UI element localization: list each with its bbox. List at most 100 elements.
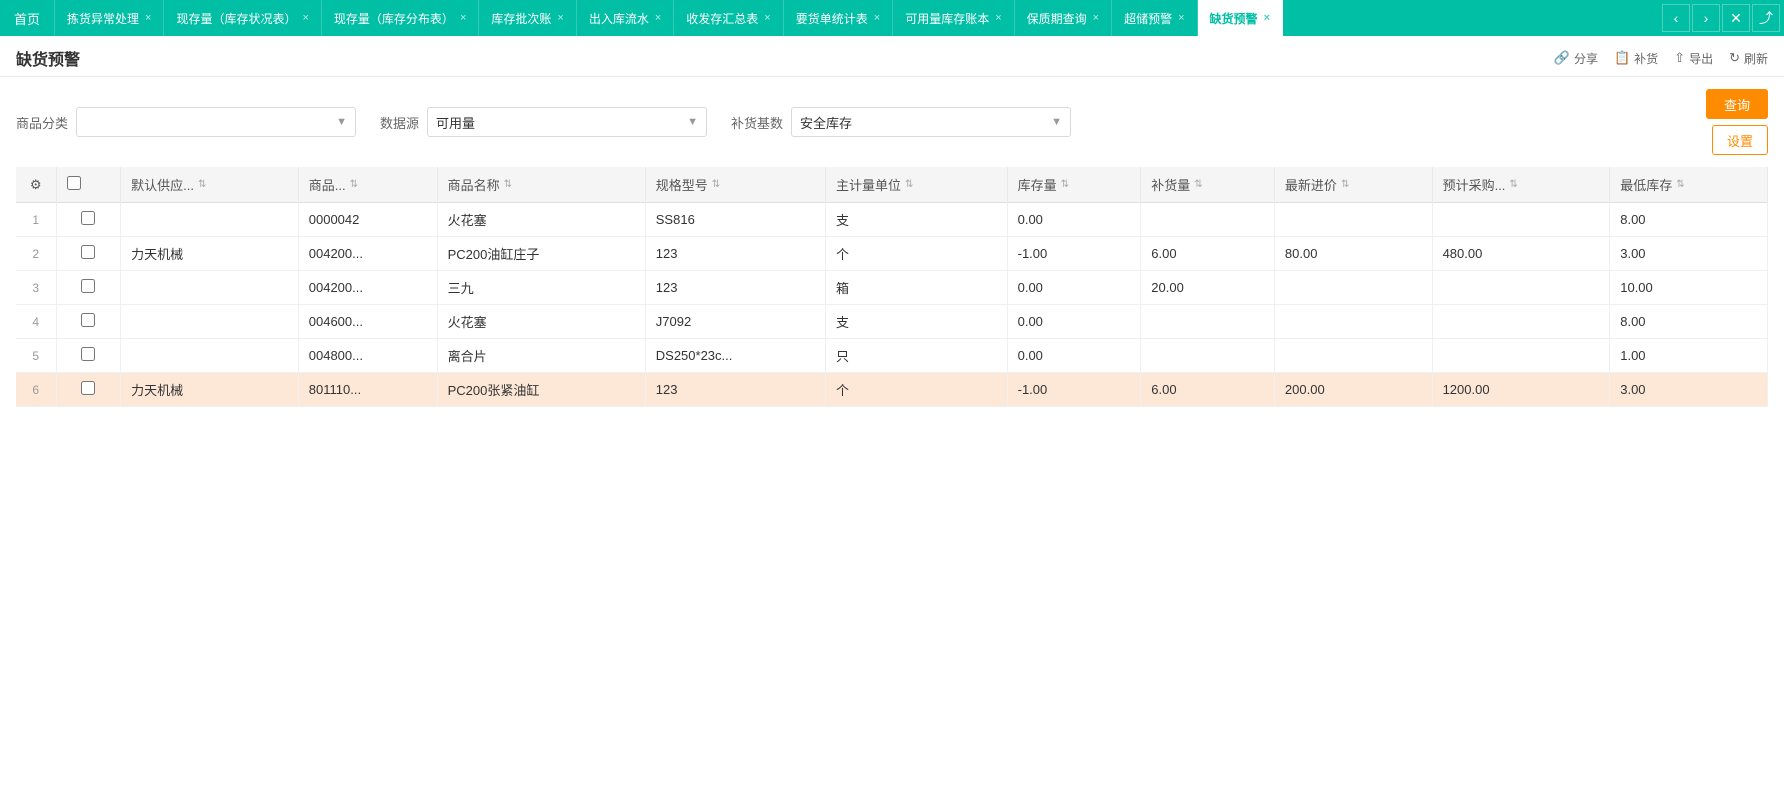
- row-unit: 箱: [825, 271, 1007, 305]
- close-tab-9[interactable]: ×: [1178, 12, 1184, 24]
- tab-6[interactable]: 要货单统计表 ×: [784, 0, 893, 36]
- nav-expand[interactable]: ⤴: [1752, 4, 1780, 32]
- row-replenish: 6.00: [1141, 237, 1275, 271]
- row-code: 004200...: [298, 237, 437, 271]
- row-checkbox-cell: [56, 237, 121, 271]
- row-checkbox[interactable]: [81, 313, 95, 327]
- gear-icon: ⚙: [30, 177, 42, 193]
- tab-8[interactable]: 保质期查询 ×: [1015, 0, 1112, 36]
- home-tab[interactable]: 首页: [0, 0, 55, 36]
- export-button[interactable]: ⇧ 导出: [1674, 50, 1713, 67]
- refresh-button[interactable]: ↻ 刷新: [1729, 50, 1768, 67]
- replenish-select[interactable]: 安全库存 ▼: [791, 107, 1071, 137]
- sort-icon: ⇅: [1061, 179, 1069, 190]
- th-checkbox: [56, 167, 121, 203]
- th-name[interactable]: 商品名称 ⇅: [437, 167, 645, 203]
- row-unit: 只: [825, 339, 1007, 373]
- row-code: 004200...: [298, 271, 437, 305]
- nav-prev[interactable]: ‹: [1662, 4, 1690, 32]
- close-tab-7[interactable]: ×: [995, 12, 1001, 24]
- close-tab-5[interactable]: ×: [764, 12, 770, 24]
- row-est-purchase: [1432, 203, 1610, 237]
- row-checkbox[interactable]: [81, 245, 95, 259]
- select-all-checkbox[interactable]: [67, 176, 81, 190]
- replenish-value: 安全库存: [800, 113, 1051, 132]
- row-spec: 123: [645, 373, 825, 407]
- tab-4[interactable]: 出入库流水 ×: [577, 0, 674, 36]
- close-tab-3[interactable]: ×: [557, 12, 563, 24]
- row-checkbox[interactable]: [81, 279, 95, 293]
- nav-close[interactable]: ✕: [1722, 4, 1750, 32]
- row-name: PC200油缸庄子: [437, 237, 645, 271]
- tab-1[interactable]: 现存量（库存状况表） ×: [164, 0, 321, 36]
- row-min-stock: 10.00: [1610, 271, 1768, 305]
- category-select[interactable]: ▼: [76, 107, 356, 137]
- row-est-purchase: [1432, 271, 1610, 305]
- close-tab-10[interactable]: ×: [1264, 12, 1270, 24]
- datasource-select[interactable]: 可用量 ▼: [427, 107, 707, 137]
- th-est-purchase[interactable]: 预计采购... ⇅: [1432, 167, 1610, 203]
- datasource-filter: 数据源 可用量 ▼: [380, 107, 707, 137]
- close-tab-8[interactable]: ×: [1093, 12, 1099, 24]
- row-spec: J7092: [645, 305, 825, 339]
- sort-icon: ⇅: [350, 179, 358, 190]
- share-button[interactable]: 🔗 分享: [1554, 50, 1598, 67]
- th-gear[interactable]: ⚙: [16, 167, 56, 203]
- close-tab-1[interactable]: ×: [302, 12, 308, 24]
- datasource-value: 可用量: [436, 113, 687, 132]
- row-name: 火花塞: [437, 305, 645, 339]
- row-supplier: 力天机械: [121, 373, 299, 407]
- row-checkbox[interactable]: [81, 211, 95, 225]
- th-latest-price[interactable]: 最新进价 ⇅: [1274, 167, 1432, 203]
- tab-2[interactable]: 现存量（库存分布表） ×: [322, 0, 479, 36]
- row-unit: 个: [825, 373, 1007, 407]
- row-stock: 0.00: [1007, 271, 1141, 305]
- tab-7[interactable]: 可用量库存账本 ×: [893, 0, 1014, 36]
- row-supplier: [121, 203, 299, 237]
- row-spec: SS816: [645, 203, 825, 237]
- th-stock[interactable]: 库存量 ⇅: [1007, 167, 1141, 203]
- close-tab-6[interactable]: ×: [874, 12, 880, 24]
- row-latest-price: 80.00: [1274, 237, 1432, 271]
- table-row: 2 力天机械 004200... PC200油缸庄子 123 个 -1.00 6…: [16, 237, 1768, 271]
- query-button[interactable]: 查询: [1706, 89, 1768, 119]
- row-code: 0000042: [298, 203, 437, 237]
- category-label: 商品分类: [16, 113, 68, 132]
- row-checkbox[interactable]: [81, 347, 95, 361]
- th-min-stock[interactable]: 最低库存 ⇅: [1610, 167, 1768, 203]
- tab-5[interactable]: 收发存汇总表 ×: [674, 0, 783, 36]
- tab-3[interactable]: 库存批次账 ×: [479, 0, 576, 36]
- row-latest-price: [1274, 203, 1432, 237]
- row-num: 4: [16, 305, 56, 339]
- close-tab-2[interactable]: ×: [460, 12, 466, 24]
- tab-10[interactable]: 缺货预警 ×: [1198, 0, 1283, 36]
- close-tab-0[interactable]: ×: [145, 12, 151, 24]
- th-unit[interactable]: 主计量单位 ⇅: [825, 167, 1007, 203]
- table-row: 3 004200... 三九 123 箱 0.00 20.00 10.00: [16, 271, 1768, 305]
- row-stock: 0.00: [1007, 339, 1141, 373]
- settings-button[interactable]: 设置: [1712, 125, 1768, 155]
- sort-icon: ⇅: [1676, 179, 1684, 190]
- table-row: 4 004600... 火花塞 J7092 支 0.00 8.00: [16, 305, 1768, 339]
- row-code: 004600...: [298, 305, 437, 339]
- replenish-label: 补货基数: [731, 113, 783, 132]
- tab-0[interactable]: 拣货异常处理 ×: [55, 0, 164, 36]
- row-checkbox[interactable]: [81, 381, 95, 395]
- th-replenish[interactable]: 补货量 ⇅: [1141, 167, 1275, 203]
- row-replenish: [1141, 203, 1275, 237]
- th-code[interactable]: 商品... ⇅: [298, 167, 437, 203]
- tab-9[interactable]: 超储预警 ×: [1112, 0, 1197, 36]
- th-supplier[interactable]: 默认供应... ⇅: [121, 167, 299, 203]
- row-latest-price: [1274, 339, 1432, 373]
- export-icon: ⇧: [1674, 50, 1685, 66]
- table-row: 6 力天机械 801110... PC200张紧油缸 123 个 -1.00 6…: [16, 373, 1768, 407]
- row-supplier: [121, 339, 299, 373]
- datasource-label: 数据源: [380, 113, 419, 132]
- close-tab-4[interactable]: ×: [655, 12, 661, 24]
- nav-next[interactable]: ›: [1692, 4, 1720, 32]
- share-icon: 🔗: [1554, 50, 1570, 66]
- replenish-button[interactable]: 📋 补货: [1614, 50, 1658, 67]
- row-est-purchase: 480.00: [1432, 237, 1610, 271]
- nav-controls: ‹ › ✕ ⤴: [1660, 4, 1784, 32]
- th-spec[interactable]: 规格型号 ⇅: [645, 167, 825, 203]
